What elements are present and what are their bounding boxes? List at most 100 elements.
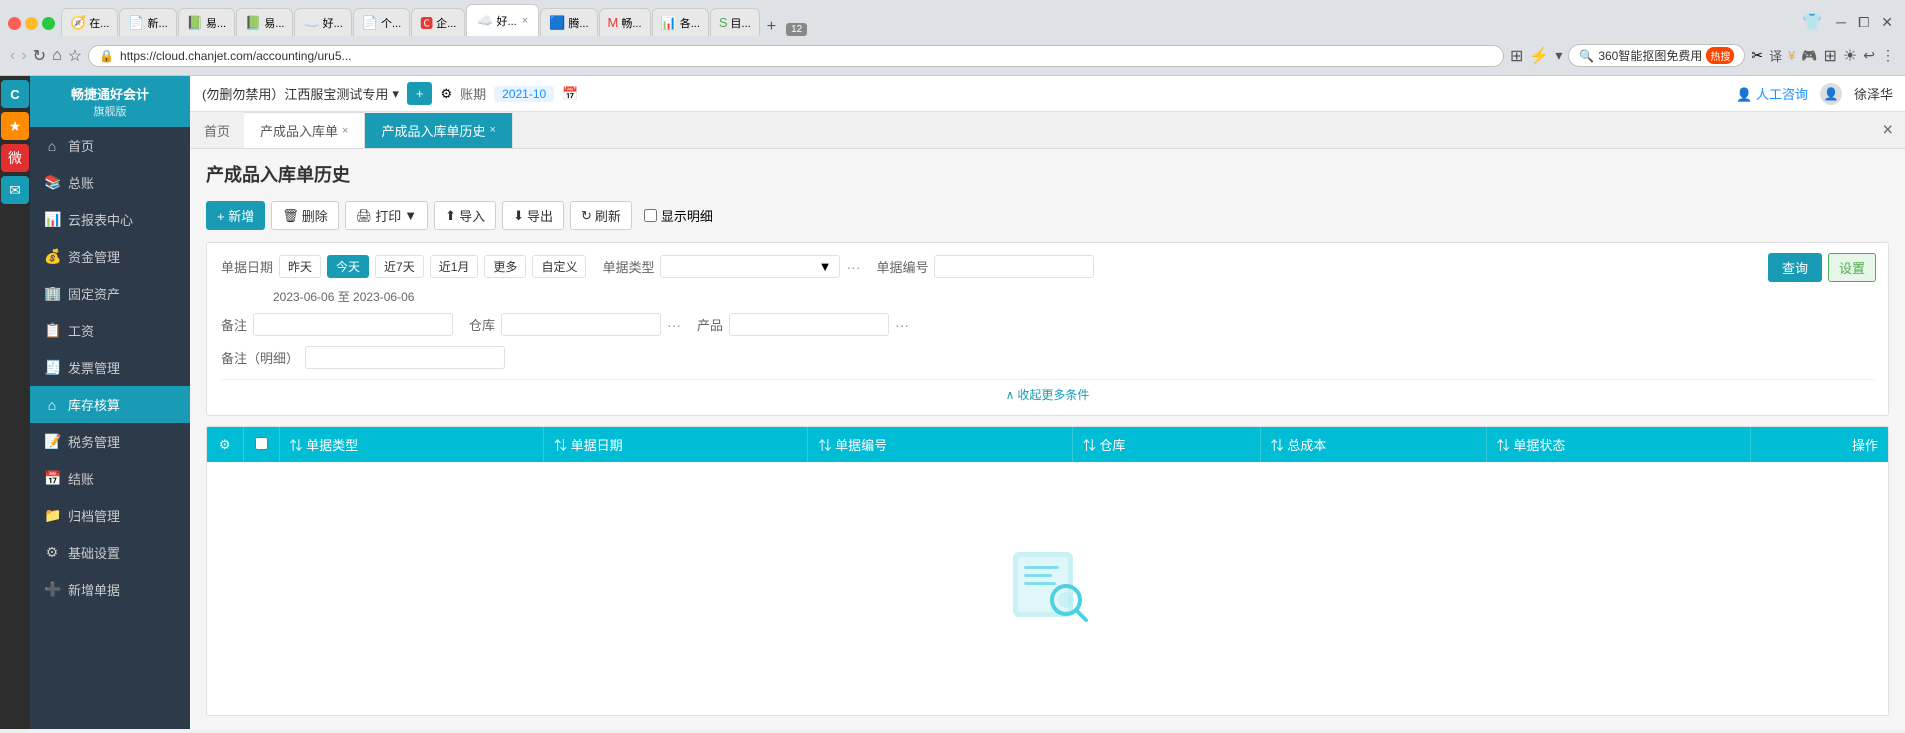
close-btn[interactable]: ✕ <box>1877 14 1897 31</box>
breadcrumb-tab-1-close[interactable]: × <box>342 125 348 137</box>
th-number[interactable]: ⇅ 单据编号 <box>808 427 1072 462</box>
icon-bar-item-mail[interactable]: ✉ <box>1 176 29 204</box>
period-value[interactable]: 2021-10 <box>494 86 554 102</box>
refresh-data-btn[interactable]: ↻ 刷新 <box>570 201 632 230</box>
browser-tab-12[interactable]: S 目... <box>710 8 760 36</box>
date-btn-more[interactable]: 更多 <box>484 255 526 278</box>
export-btn[interactable]: ⬇ 导出 <box>502 201 564 230</box>
brightness-icon[interactable]: ☀ <box>1843 46 1857 66</box>
minimize-window-btn[interactable] <box>25 17 38 30</box>
grid-icon[interactable]: ⊞ <box>1510 46 1523 66</box>
th-checkbox[interactable] <box>243 427 279 462</box>
browser-tab-10[interactable]: M 畅... <box>599 8 651 36</box>
sidebar-item-home[interactable]: ⌂ 首页 <box>30 127 190 164</box>
bookmark-button[interactable]: ☆ <box>68 46 82 66</box>
warehouse-more-icon[interactable]: ··· <box>667 317 681 333</box>
browser-tab-9[interactable]: 🟦 腾... <box>540 8 597 36</box>
breadcrumb-tab-2[interactable]: 产成品入库单历史 × <box>365 113 512 148</box>
date-btn-1month[interactable]: 近1月 <box>430 255 479 278</box>
date-btn-yesterday[interactable]: 昨天 <box>279 255 321 278</box>
icon-bar-item-star[interactable]: ★ <box>1 112 29 140</box>
sidebar-item-payroll[interactable]: 📋 工资 <box>30 312 190 349</box>
apps-icon[interactable]: ⊞ <box>1824 46 1837 66</box>
tab-close-8[interactable]: × <box>522 15 528 27</box>
browser-tab-3[interactable]: 📗 易... <box>178 8 235 36</box>
close-window-btn[interactable] <box>8 17 21 30</box>
browser-tab-8-active[interactable]: ☁️ 好... × <box>466 4 539 36</box>
restore-btn[interactable]: ⧠ <box>1854 14 1873 31</box>
sidebar-item-archive[interactable]: 📁 归档管理 <box>30 497 190 534</box>
scissors-icon[interactable]: ✂ <box>1751 47 1763 64</box>
sidebar-item-cloud-report[interactable]: 📊 云报表中心 <box>30 201 190 238</box>
print-btn[interactable]: 🖨 打印 ▼ <box>345 201 428 230</box>
browser-tab-6[interactable]: 📄 个... <box>353 8 410 36</box>
calendar-icon[interactable]: 📅 <box>562 86 578 102</box>
lightning-icon[interactable]: ⚡ <box>1529 46 1549 66</box>
currency-icon[interactable]: ¥ <box>1788 48 1795 63</box>
import-btn[interactable]: ⬆ 导入 <box>434 201 496 230</box>
browser-search-bar[interactable]: 🔍 360智能抠图免费用 热搜 <box>1568 44 1745 67</box>
date-btn-7days[interactable]: 近7天 <box>375 255 424 278</box>
type-more-icon[interactable]: ··· <box>846 259 860 275</box>
number-input[interactable] <box>934 255 1094 278</box>
product-input[interactable] <box>729 313 889 336</box>
th-warehouse[interactable]: ⇅ 仓库 <box>1072 427 1260 462</box>
date-btn-today[interactable]: 今天 <box>327 255 369 278</box>
product-more-icon[interactable]: ··· <box>895 317 909 333</box>
translate-icon[interactable]: 译 <box>1769 46 1782 65</box>
back-button[interactable]: ‹ <box>10 47 15 65</box>
type-dropdown[interactable]: ▼ <box>660 255 840 278</box>
sidebar-item-settings[interactable]: ⚙ 基础设置 <box>30 534 190 571</box>
browser-tab-7[interactable]: 🅲 企... <box>411 8 465 36</box>
show-detail-checkbox-wrapper[interactable]: 显示明细 <box>644 206 713 225</box>
icon-bar-item-social[interactable]: 微 <box>1 144 29 172</box>
th-total-cost[interactable]: ⇅ 总成本 <box>1260 427 1486 462</box>
undo-icon[interactable]: ↩ <box>1863 47 1875 64</box>
game-icon[interactable]: 🎮 <box>1801 48 1817 64</box>
page-panel-close-btn[interactable]: × <box>1882 120 1893 141</box>
topbar-settings-icon[interactable]: ⚙ <box>440 86 452 102</box>
maximize-window-btn[interactable] <box>42 17 55 30</box>
more-nav-icon[interactable]: ⋮ <box>1881 47 1895 64</box>
date-btn-custom[interactable]: 自定义 <box>532 255 586 278</box>
address-bar[interactable]: 🔒 https://cloud.chanjet.com/accounting/u… <box>88 45 1504 67</box>
new-btn[interactable]: + 新增 <box>206 201 265 230</box>
icon-bar-item-logo[interactable]: C <box>1 80 29 108</box>
collapse-btn[interactable]: ∧ 收起更多条件 <box>1006 386 1090 403</box>
remarks-input[interactable] <box>253 313 453 336</box>
breadcrumb-tab-2-close[interactable]: × <box>489 124 495 136</box>
select-all-checkbox[interactable] <box>255 437 268 450</box>
breadcrumb-tab-1[interactable]: 产成品入库单 × <box>244 112 365 148</box>
sidebar-item-fixed-assets[interactable]: 🏢 固定资产 <box>30 275 190 312</box>
sidebar-item-closing[interactable]: 📅 结账 <box>30 460 190 497</box>
delete-btn[interactable]: 🗑 删除 <box>271 201 339 230</box>
browser-tab-5[interactable]: ☁️ 好... <box>294 8 351 36</box>
add-company-btn[interactable]: + <box>407 82 433 105</box>
sidebar-item-invoice[interactable]: 🧾 发票管理 <box>30 349 190 386</box>
th-date[interactable]: ⇅ 单据日期 <box>543 427 807 462</box>
sidebar-item-inventory[interactable]: ⌂ 库存核算 <box>30 386 190 423</box>
th-status[interactable]: ⇅ 单据状态 <box>1486 427 1750 462</box>
user-service-link[interactable]: 👤 人工咨询 <box>1736 84 1808 103</box>
dropdown-nav-icon[interactable]: ▾ <box>1555 47 1562 64</box>
sidebar-item-fund[interactable]: 💰 资金管理 <box>30 238 190 275</box>
warehouse-input[interactable] <box>501 313 661 336</box>
sidebar-item-tax[interactable]: 📝 税务管理 <box>30 423 190 460</box>
query-button[interactable]: 查询 <box>1768 253 1822 282</box>
minimize-btn[interactable]: ─ <box>1832 14 1850 30</box>
browser-tab-2[interactable]: 📄 新... <box>119 8 176 36</box>
browser-tab-11[interactable]: 📊 各... <box>652 8 709 36</box>
th-settings[interactable]: ⚙ <box>207 427 243 462</box>
breadcrumb-home-tab[interactable]: 首页 <box>190 113 244 148</box>
browser-tab-1[interactable]: 🧭 在... <box>61 8 118 36</box>
browser-tab-4[interactable]: 📗 易... <box>236 8 293 36</box>
forward-button[interactable]: › <box>21 47 26 65</box>
th-type[interactable]: ⇅ 单据类型 <box>279 427 543 462</box>
home-nav-button[interactable]: ⌂ <box>52 47 62 65</box>
sidebar-item-ledger[interactable]: 📚 总账 <box>30 164 190 201</box>
new-tab-button[interactable]: + <box>761 18 782 36</box>
remarks-detail-input[interactable] <box>305 346 505 369</box>
sidebar-item-newbill[interactable]: ➕ 新增单据 <box>30 571 190 608</box>
refresh-nav-button[interactable]: ↻ <box>33 46 46 66</box>
company-selector[interactable]: (勿删勿禁用）江西服宝测试专用 ▾ <box>202 84 399 103</box>
